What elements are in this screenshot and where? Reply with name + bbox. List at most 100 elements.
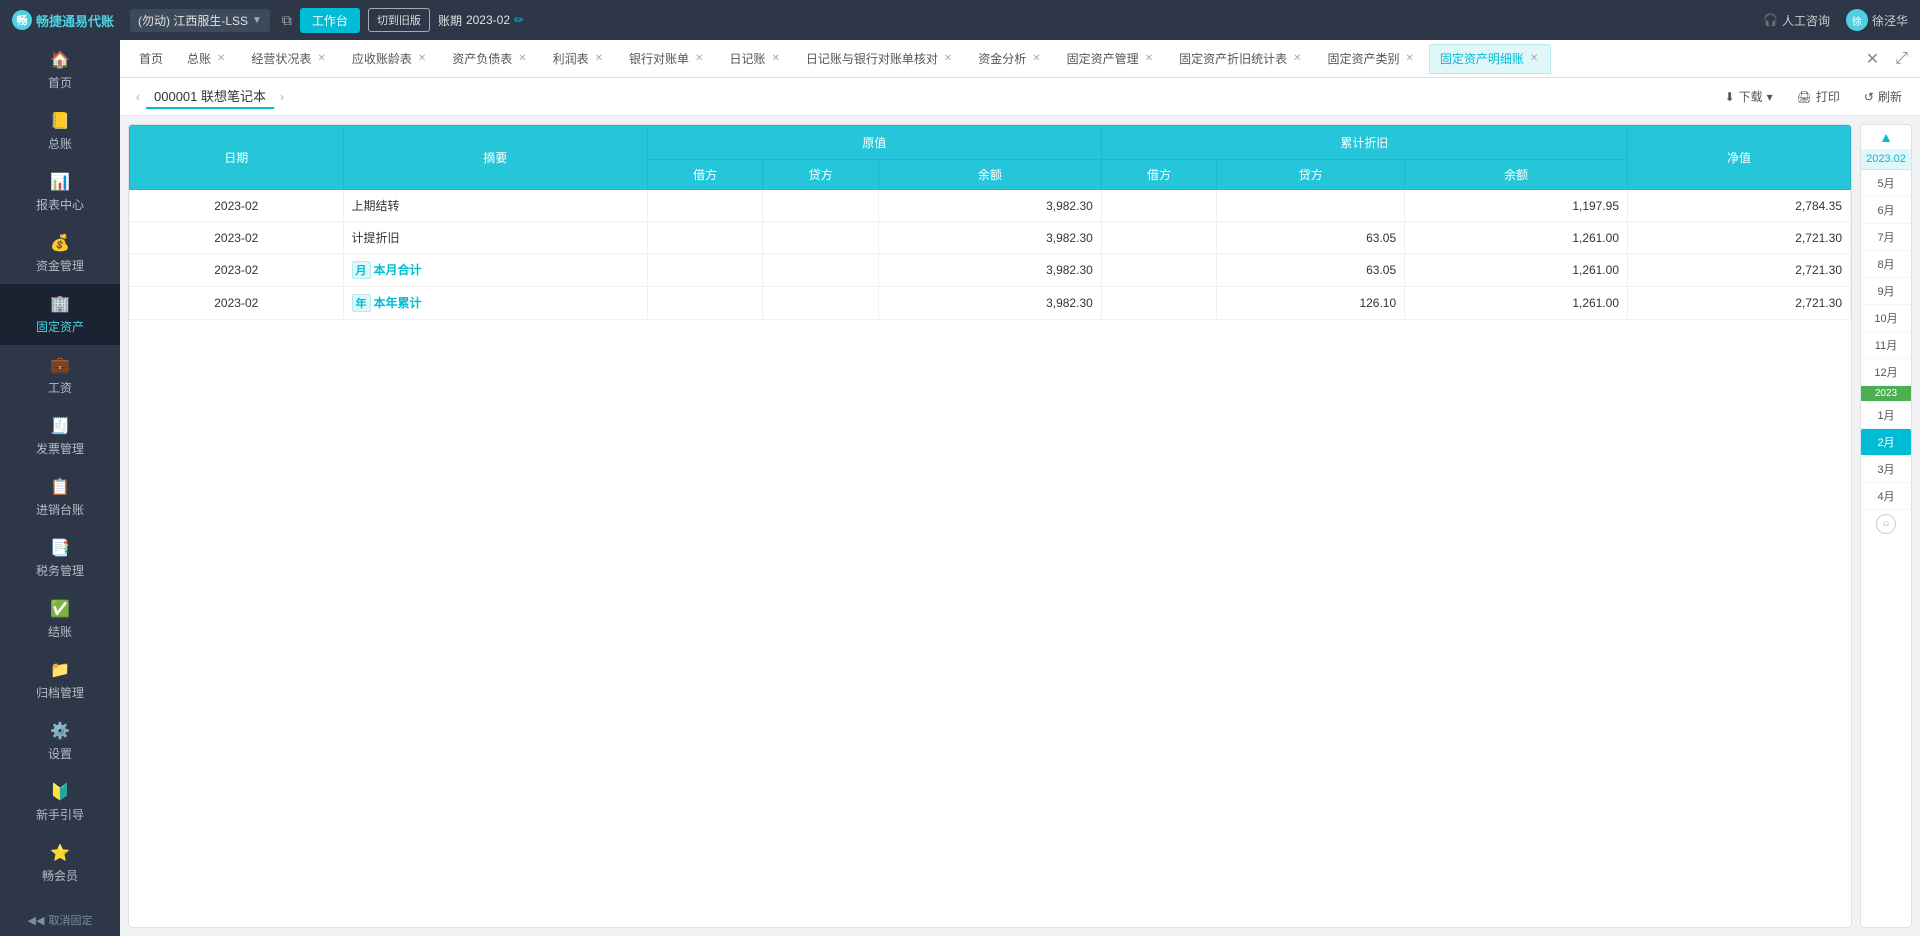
period-label: 账期 xyxy=(438,12,462,29)
date-item-7[interactable]: 7月 xyxy=(1861,224,1911,251)
date-item-3[interactable]: 3月 xyxy=(1861,456,1911,483)
unpin-button[interactable]: ◀◀ 取消固定 xyxy=(0,904,120,936)
tab-funds-close[interactable]: ✕ xyxy=(1030,52,1042,65)
tab-fa-depr-close[interactable]: ✕ xyxy=(1291,52,1303,65)
cell-accum-credit xyxy=(1217,190,1405,222)
breadcrumb-next[interactable]: › xyxy=(276,88,288,106)
fa-detail-table: 日期 摘要 原值 累计折旧 净值 借方 贷方 余额 借方 贷方 余额 xyxy=(129,125,1851,320)
sidebar-item-closing[interactable]: ✅ 结账 xyxy=(0,589,120,650)
copy-icon[interactable]: ⧉ xyxy=(282,12,292,29)
cell-net-value: 2,784.35 xyxy=(1628,190,1851,222)
cell-date: 2023-02 xyxy=(130,222,344,254)
date-panel: ▲ 2023.02 5月 6月 7月 8月 9月 10月 11月 12月 202… xyxy=(1860,124,1912,928)
tab-receivables[interactable]: 应收账龄表 ✕ xyxy=(341,44,439,74)
sidebar-item-home[interactable]: 🏠 首页 xyxy=(0,40,120,101)
cell-orig-balance: 3,982.30 xyxy=(878,222,1101,254)
tab-receivables-close[interactable]: ✕ xyxy=(416,52,428,65)
tab-fa-type[interactable]: 固定资产类别 ✕ xyxy=(1316,44,1426,74)
consult-button[interactable]: 🎧 人工咨询 xyxy=(1763,12,1830,29)
period-display: 账期 2023-02 ✏ xyxy=(438,12,524,29)
refresh-icon: ↺ xyxy=(1864,90,1874,104)
tab-reconcile-close[interactable]: ✕ xyxy=(942,52,954,65)
tab-fa-depr[interactable]: 固定资产折旧统计表 ✕ xyxy=(1168,44,1314,74)
tab-bank[interactable]: 银行对账单 ✕ xyxy=(618,44,716,74)
tab-fa-type-close[interactable]: ✕ xyxy=(1404,52,1416,65)
sidebar-item-invoice[interactable]: 🧾 发票管理 xyxy=(0,406,120,467)
sidebar-item-settings[interactable]: ⚙️ 设置 xyxy=(0,711,120,772)
sidebar-item-guide[interactable]: 🔰 新手引导 xyxy=(0,772,120,833)
tab-ledger-close[interactable]: ✕ xyxy=(215,52,227,65)
refresh-button[interactable]: ↺ 刷新 xyxy=(1858,85,1908,108)
table-row: 2023-02计提折旧3,982.3063.051,261.002,721.30 xyxy=(130,222,1851,254)
sidebar-item-payroll[interactable]: 💼 工资 xyxy=(0,345,120,406)
date-item-6[interactable]: 6月 xyxy=(1861,197,1911,224)
closing-icon: ✅ xyxy=(50,599,70,619)
sidebar-item-member[interactable]: ⭐ 畅会员 xyxy=(0,833,120,894)
switch-version-button[interactable]: 切到旧版 xyxy=(368,8,430,32)
tab-bar-actions: ✕ ⤢ xyxy=(1862,47,1912,71)
date-panel-scroll-up[interactable]: ▲ xyxy=(1861,125,1911,149)
date-item-9[interactable]: 9月 xyxy=(1861,278,1911,305)
sidebar-item-tax[interactable]: 📑 税务管理 xyxy=(0,528,120,589)
company-arrow-icon: ▼ xyxy=(252,15,262,26)
cell-accum-debit xyxy=(1101,287,1216,320)
sidebar-item-sales[interactable]: 📋 进销台账 xyxy=(0,467,120,528)
tab-fa-detail-close[interactable]: ✕ xyxy=(1528,52,1540,65)
user-menu[interactable]: 徐 徐泾华 xyxy=(1846,9,1908,31)
period-edit-icon[interactable]: ✏ xyxy=(514,13,524,27)
tab-home-label: 首页 xyxy=(139,50,163,67)
tab-profit[interactable]: 利润表 ✕ xyxy=(542,44,616,74)
date-item-11[interactable]: 11月 xyxy=(1861,332,1911,359)
date-item-8[interactable]: 8月 xyxy=(1861,251,1911,278)
date-item-1[interactable]: 1月 xyxy=(1861,402,1911,429)
sidebar-item-ledger[interactable]: 📒 总账 xyxy=(0,101,120,162)
sidebar-item-fixed-assets[interactable]: 🏢 固定资产 xyxy=(0,284,120,345)
tab-journal[interactable]: 日记账 ✕ xyxy=(718,44,792,74)
cell-date: 2023-02 xyxy=(130,190,344,222)
tab-profit-close[interactable]: ✕ xyxy=(593,52,605,65)
tab-fa-detail[interactable]: 固定资产明细账 ✕ xyxy=(1429,44,1551,74)
company-selector[interactable]: (勿动) 江西服生-LSS ▼ xyxy=(130,9,270,32)
date-item-5[interactable]: 5月 xyxy=(1861,170,1911,197)
col-orig-credit: 贷方 xyxy=(763,160,878,190)
close-all-tabs-button[interactable]: ✕ xyxy=(1862,47,1883,71)
download-button[interactable]: ⬇ 下载 ▾ xyxy=(1719,85,1779,108)
sidebar-item-archive[interactable]: 📁 归档管理 xyxy=(0,650,120,711)
col-date: 日期 xyxy=(130,126,344,190)
date-item-4[interactable]: 4月 xyxy=(1861,483,1911,510)
tab-bank-close[interactable]: ✕ xyxy=(693,52,705,65)
sidebar-item-reports[interactable]: 📊 报表中心 xyxy=(0,162,120,223)
date-item-2[interactable]: 2月 xyxy=(1861,429,1911,456)
date-panel-circle-btn[interactable]: ○ xyxy=(1876,514,1896,534)
tab-fa-mgmt-close[interactable]: ✕ xyxy=(1143,52,1155,65)
cell-orig-credit xyxy=(763,287,878,320)
breadcrumb-prev[interactable]: ‹ xyxy=(132,88,144,106)
tab-balance-close[interactable]: ✕ xyxy=(516,52,528,65)
cell-accum-balance: 1,261.00 xyxy=(1405,287,1628,320)
company-name: (勿动) 江西服生-LSS xyxy=(138,12,248,29)
tab-reconcile[interactable]: 日记账与银行对账单核对 ✕ xyxy=(795,44,965,74)
tab-fa-mgmt[interactable]: 固定资产管理 ✕ xyxy=(1056,44,1166,74)
tab-home[interactable]: 首页 xyxy=(128,44,174,74)
cell-accum-credit: 63.05 xyxy=(1217,222,1405,254)
app-logo: 畅 畅捷通易代账 xyxy=(12,10,122,30)
date-item-10[interactable]: 10月 xyxy=(1861,305,1911,332)
cell-summary: 月本月合计 xyxy=(343,254,647,287)
cell-net-value: 2,721.30 xyxy=(1628,287,1851,320)
date-item-12[interactable]: 12月 xyxy=(1861,359,1911,386)
print-button[interactable]: 🖨 打印 xyxy=(1791,85,1846,108)
workbench-button[interactable]: 工作台 xyxy=(300,8,360,33)
tab-operations-close[interactable]: ✕ xyxy=(315,52,327,65)
tab-balance[interactable]: 资产负债表 ✕ xyxy=(441,44,539,74)
tab-bar: 首页 总账 ✕ 经营状况表 ✕ 应收账龄表 ✕ 资产负债表 ✕ 利润表 ✕ xyxy=(120,40,1920,78)
sidebar-item-funds[interactable]: 💰 资金管理 xyxy=(0,223,120,284)
cell-date: 2023-02 xyxy=(130,254,344,287)
tab-ledger[interactable]: 总账 ✕ xyxy=(176,44,238,74)
tab-operations[interactable]: 经营状况表 ✕ xyxy=(240,44,338,74)
pin-icon: ◀◀ xyxy=(28,914,45,927)
cell-orig-credit xyxy=(763,222,878,254)
tab-funds-analysis[interactable]: 资金分析 ✕ xyxy=(967,44,1053,74)
reports-icon: 📊 xyxy=(50,172,70,192)
tab-journal-close[interactable]: ✕ xyxy=(769,52,781,65)
maximize-button[interactable]: ⤢ xyxy=(1891,48,1912,70)
